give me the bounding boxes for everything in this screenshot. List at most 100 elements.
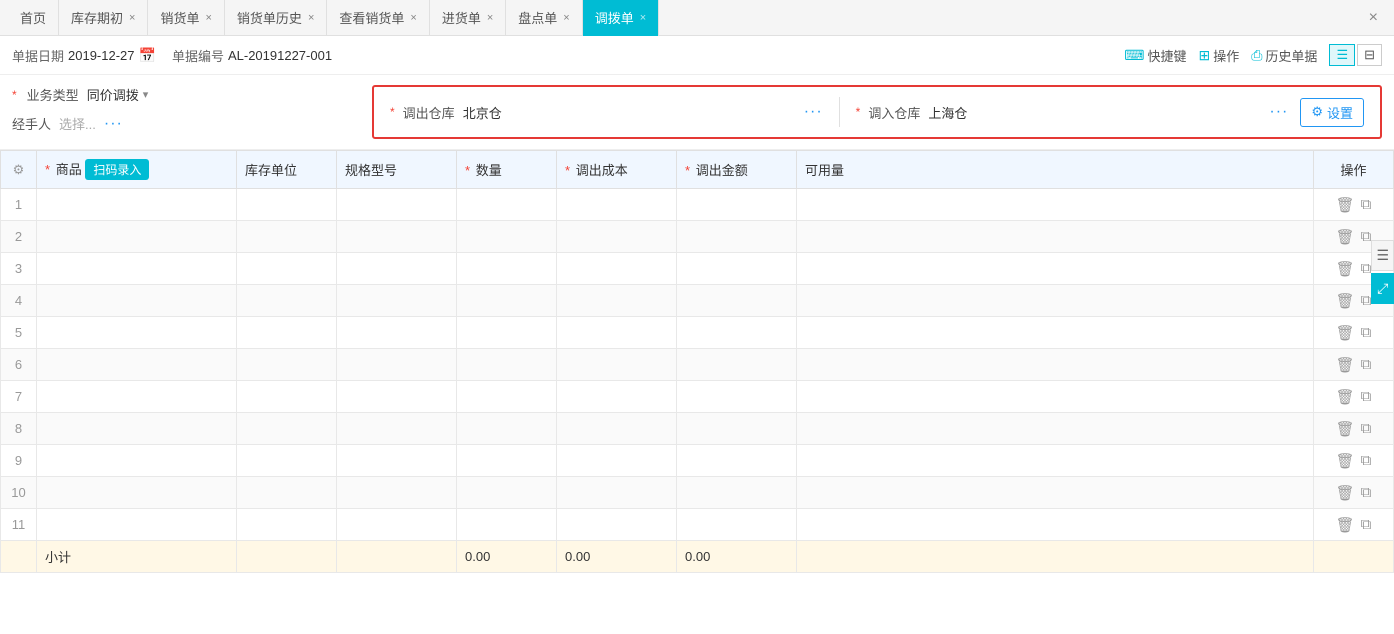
unit-cell-5[interactable] (237, 317, 337, 349)
cost-cell-9[interactable] (557, 445, 677, 477)
calendar-icon[interactable]: 📅 (139, 47, 156, 64)
copy-icon-2[interactable]: ⧉ (1361, 228, 1372, 245)
cost-cell-1[interactable] (557, 189, 677, 221)
tab-close-sales-history[interactable]: × (308, 12, 314, 24)
amount-cell-10[interactable] (677, 477, 797, 509)
product-cell-1[interactable] (37, 189, 237, 221)
spec-cell-11[interactable] (337, 509, 457, 541)
available-cell-2[interactable] (797, 221, 1314, 253)
spec-cell-6[interactable] (337, 349, 457, 381)
product-cell-3[interactable] (37, 253, 237, 285)
tab-sales-history[interactable]: 销货单历史 × (225, 0, 327, 36)
history-btn[interactable]: ⎙ 历史单据 (1251, 46, 1317, 65)
delete-icon-9[interactable]: 🗑 (1336, 452, 1355, 470)
handler-more-btn[interactable]: ··· (104, 115, 123, 133)
qty-cell-10[interactable] (457, 477, 557, 509)
tab-close-transfer[interactable]: × (640, 12, 646, 24)
tab-home[interactable]: 首页 (8, 0, 59, 36)
qty-cell-8[interactable] (457, 413, 557, 445)
copy-icon-8[interactable]: ⧉ (1361, 420, 1372, 437)
tab-close-purchase[interactable]: × (487, 12, 493, 24)
tab-purchase[interactable]: 进货单 × (430, 0, 506, 36)
copy-icon-7[interactable]: ⧉ (1361, 388, 1372, 405)
in-warehouse-more-btn[interactable]: ··· (1269, 103, 1288, 121)
unit-cell-10[interactable] (237, 477, 337, 509)
amount-cell-7[interactable] (677, 381, 797, 413)
copy-icon-1[interactable]: ⧉ (1361, 196, 1372, 213)
delete-icon-1[interactable]: 🗑 (1336, 196, 1355, 214)
list-view-btn[interactable]: ☰ (1329, 44, 1355, 66)
tab-sales-order[interactable]: 销货单 × (148, 0, 224, 36)
delete-icon-5[interactable]: 🗑 (1336, 324, 1355, 342)
product-cell-2[interactable] (37, 221, 237, 253)
delete-icon-4[interactable]: 🗑 (1336, 292, 1355, 310)
tab-view-sales[interactable]: 查看销货单 × (327, 0, 429, 36)
cost-cell-11[interactable] (557, 509, 677, 541)
tab-inventory-init[interactable]: 库存期初 × (59, 0, 148, 36)
qty-cell-9[interactable] (457, 445, 557, 477)
available-cell-3[interactable] (797, 253, 1314, 285)
cost-cell-4[interactable] (557, 285, 677, 317)
delete-icon-6[interactable]: 🗑 (1336, 356, 1355, 374)
available-cell-7[interactable] (797, 381, 1314, 413)
unit-cell-4[interactable] (237, 285, 337, 317)
copy-icon-5[interactable]: ⧉ (1361, 324, 1372, 341)
tab-close-sales-order[interactable]: × (205, 12, 211, 24)
cost-cell-10[interactable] (557, 477, 677, 509)
product-cell-7[interactable] (37, 381, 237, 413)
available-cell-1[interactable] (797, 189, 1314, 221)
grid-view-btn[interactable]: ⊟ (1357, 44, 1382, 66)
tab-transfer[interactable]: 调拨单 × (583, 0, 659, 36)
cost-cell-5[interactable] (557, 317, 677, 349)
unit-cell-7[interactable] (237, 381, 337, 413)
scan-entry-btn[interactable]: 扫码录入 (85, 159, 149, 180)
spec-cell-8[interactable] (337, 413, 457, 445)
settings-button[interactable]: ⚙ 设置 (1300, 98, 1364, 127)
qty-cell-1[interactable] (457, 189, 557, 221)
delete-icon-11[interactable]: 🗑 (1336, 516, 1355, 534)
available-cell-8[interactable] (797, 413, 1314, 445)
tab-inventory-check[interactable]: 盘点单 × (506, 0, 582, 36)
delete-icon-7[interactable]: 🗑 (1336, 388, 1355, 406)
cost-cell-8[interactable] (557, 413, 677, 445)
qty-cell-5[interactable] (457, 317, 557, 349)
unit-cell-1[interactable] (237, 189, 337, 221)
qty-cell-3[interactable] (457, 253, 557, 285)
close-all-tabs[interactable]: × (1361, 9, 1386, 27)
tab-close-view-sales[interactable]: × (410, 12, 416, 24)
amount-cell-3[interactable] (677, 253, 797, 285)
copy-icon-6[interactable]: ⧉ (1361, 356, 1372, 373)
available-cell-4[interactable] (797, 285, 1314, 317)
qty-cell-2[interactable] (457, 221, 557, 253)
unit-cell-11[interactable] (237, 509, 337, 541)
copy-icon-3[interactable]: ⧉ (1361, 260, 1372, 277)
unit-cell-9[interactable] (237, 445, 337, 477)
amount-cell-2[interactable] (677, 221, 797, 253)
unit-cell-8[interactable] (237, 413, 337, 445)
shortcut-btn[interactable]: ⌨ 快捷键 (1124, 46, 1186, 65)
available-cell-10[interactable] (797, 477, 1314, 509)
qty-cell-11[interactable] (457, 509, 557, 541)
spec-cell-4[interactable] (337, 285, 457, 317)
available-cell-9[interactable] (797, 445, 1314, 477)
product-cell-5[interactable] (37, 317, 237, 349)
amount-cell-4[interactable] (677, 285, 797, 317)
unit-cell-2[interactable] (237, 221, 337, 253)
side-expand-btn[interactable]: ⤢ (1371, 273, 1394, 304)
spec-cell-5[interactable] (337, 317, 457, 349)
available-cell-6[interactable] (797, 349, 1314, 381)
business-type-select[interactable]: 同价调拨 ▾ (87, 85, 149, 104)
product-cell-9[interactable] (37, 445, 237, 477)
unit-cell-6[interactable] (237, 349, 337, 381)
gear-icon[interactable]: ⚙ (13, 162, 25, 177)
amount-cell-5[interactable] (677, 317, 797, 349)
product-cell-11[interactable] (37, 509, 237, 541)
delete-icon-8[interactable]: 🗑 (1336, 420, 1355, 438)
amount-cell-8[interactable] (677, 413, 797, 445)
product-cell-8[interactable] (37, 413, 237, 445)
cost-cell-2[interactable] (557, 221, 677, 253)
unit-cell-3[interactable] (237, 253, 337, 285)
copy-icon-10[interactable]: ⧉ (1361, 484, 1372, 501)
qty-cell-6[interactable] (457, 349, 557, 381)
spec-cell-1[interactable] (337, 189, 457, 221)
